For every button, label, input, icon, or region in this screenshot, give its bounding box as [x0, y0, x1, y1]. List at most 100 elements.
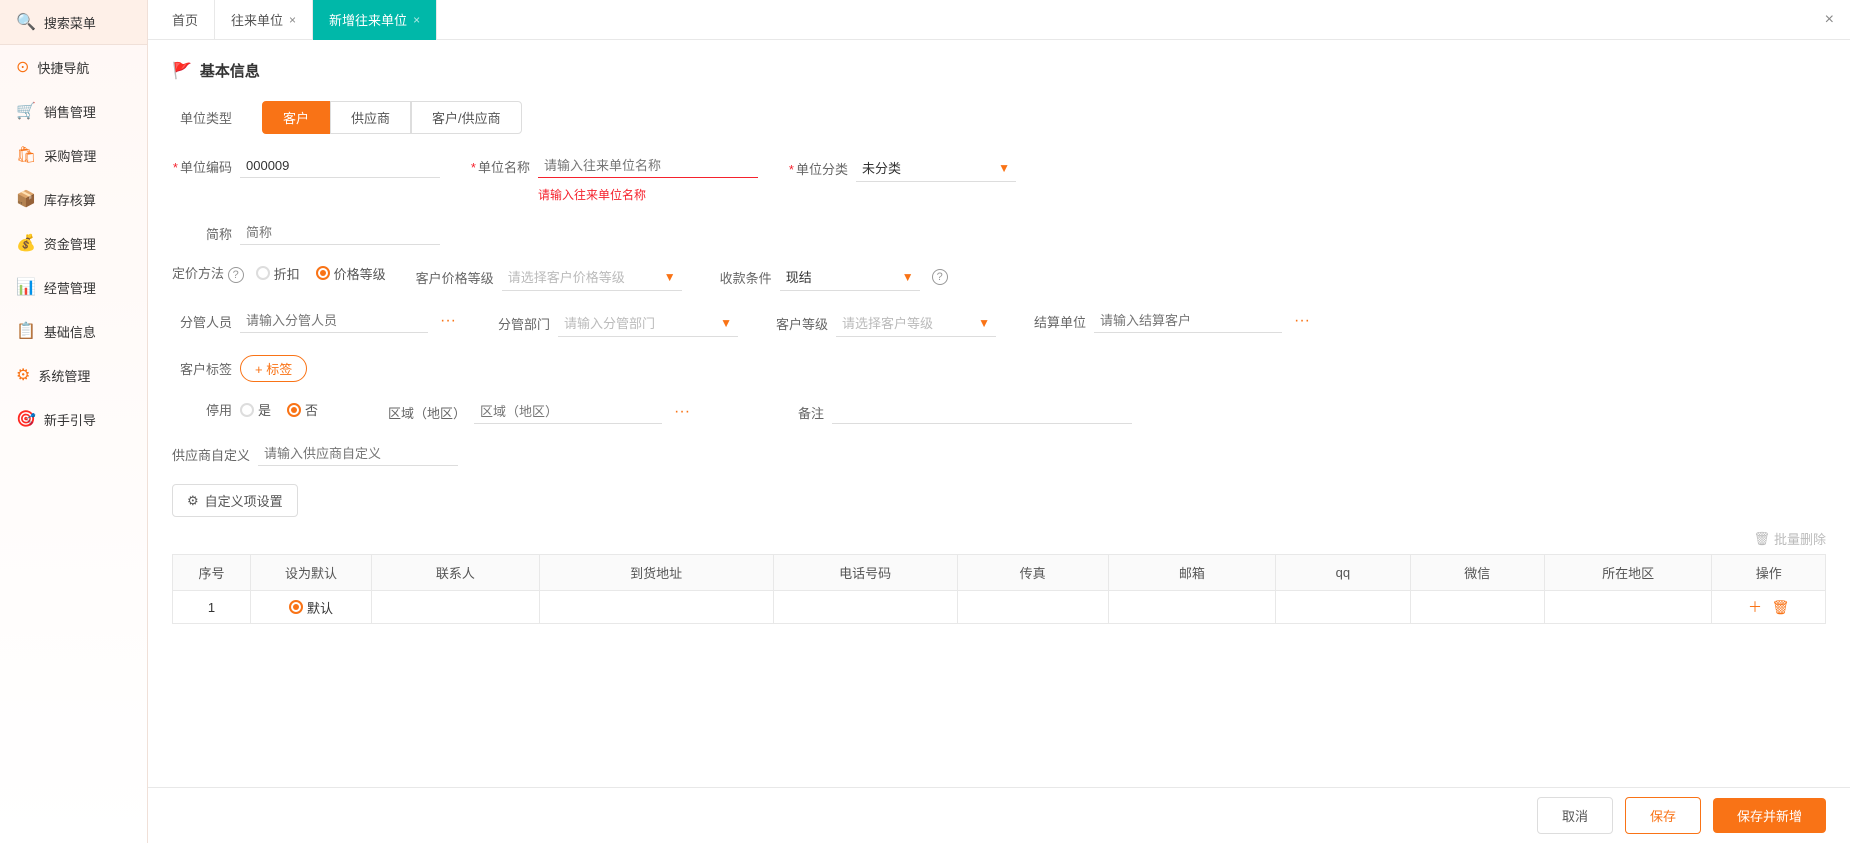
save-button[interactable]: 保存 — [1625, 797, 1701, 834]
payment-terms-value: 现结 — [786, 267, 902, 286]
batch-delete-area: 🗑 批量删除 — [172, 529, 1826, 548]
tab-new-counterparty[interactable]: 新增往来单位 × — [313, 0, 437, 40]
cell-email[interactable] — [1108, 591, 1276, 624]
sidebar-item-label: 快捷导航 — [37, 58, 89, 77]
add-tag-button[interactable]: + 标签 — [240, 355, 307, 382]
field-remark: 备注 — [764, 400, 1132, 424]
batch-delete-label[interactable]: 批量删除 — [1774, 529, 1826, 548]
cell-region[interactable] — [1544, 591, 1712, 624]
field-code: *单位编码 — [172, 154, 440, 178]
search-icon: 🔍 — [16, 12, 36, 32]
cell-address[interactable] — [539, 591, 773, 624]
custom-settings-label: 自定义项设置 — [205, 491, 283, 510]
system-icon: ⚙ — [16, 365, 30, 385]
cell-wechat[interactable] — [1410, 591, 1544, 624]
sidebar-item-label: 库存核算 — [44, 190, 96, 209]
pricing-help-icon[interactable]: ? — [228, 267, 244, 283]
manager-more-icon[interactable]: ··· — [436, 312, 460, 330]
contacts-table: 序号 设为默认 联系人 到货地址 电话号码 传真 邮箱 qq 微信 所在地区 操… — [172, 554, 1826, 624]
field-customer-level: 客户等级 请选择客户等级 ▼ — [768, 309, 996, 337]
shortname-input[interactable] — [240, 221, 440, 245]
field-region: 区域（地区） ··· — [388, 400, 694, 424]
row-delete-icon[interactable]: 🗑 — [1769, 599, 1793, 615]
unit-type-customer[interactable]: 客户 — [262, 101, 330, 134]
field-manager: 分管人员 ··· — [172, 309, 460, 333]
col-wechat: 微信 — [1410, 555, 1544, 591]
supplier-custom-input[interactable] — [258, 442, 458, 466]
category-value: 未分类 — [862, 158, 998, 177]
department-placeholder: 请输入分管部门 — [564, 313, 720, 332]
department-label: 分管部门 — [490, 314, 550, 333]
customer-price-placeholder: 请选择客户价格等级 — [508, 267, 664, 286]
radio-yes-circle — [240, 403, 254, 417]
customer-level-placeholder: 请选择客户等级 — [842, 313, 978, 332]
name-error-tip: 请输入往来单位名称 — [538, 188, 646, 202]
sidebar-item-ops[interactable]: 📊 经营管理 — [0, 265, 147, 309]
field-customer-price-level: 客户价格等级 请选择客户价格等级 ▼ — [416, 263, 682, 291]
disabled-radio-no[interactable]: 否 — [287, 400, 318, 419]
col-email: 邮箱 — [1108, 555, 1276, 591]
unit-type-supplier[interactable]: 供应商 — [330, 101, 411, 134]
bottom-action-bar: 取消 保存 保存并新增 — [148, 787, 1850, 843]
col-action: 操作 — [1712, 555, 1826, 591]
cancel-button[interactable]: 取消 — [1537, 797, 1613, 834]
settlement-label: 结算单位 — [1026, 312, 1086, 331]
region-input[interactable] — [474, 400, 662, 424]
field-supplier-custom: 供应商自定义 — [172, 442, 458, 466]
code-input[interactable] — [240, 154, 440, 178]
payment-terms-help-icon[interactable]: ? — [932, 269, 948, 285]
unit-type-label: 单位类型 — [172, 108, 232, 127]
home-icon: ⊙ — [16, 57, 29, 77]
window-close-button[interactable]: × — [1817, 11, 1842, 29]
cell-fax[interactable] — [957, 591, 1108, 624]
cell-phone[interactable] — [773, 591, 957, 624]
cell-qq[interactable] — [1276, 591, 1410, 624]
department-select[interactable]: 请输入分管部门 ▼ — [558, 309, 738, 337]
supplier-custom-label: 供应商自定义 — [172, 445, 250, 464]
cell-contact[interactable] — [372, 591, 540, 624]
sidebar-item-basic[interactable]: 📋 基础信息 — [0, 309, 147, 353]
pricing-radio-discount[interactable]: 折扣 — [256, 264, 300, 283]
tab-new-counterparty-label: 新增往来单位 — [329, 10, 407, 29]
chevron-down-icon: ▼ — [998, 161, 1010, 175]
sidebar-item-system[interactable]: ⚙ 系统管理 — [0, 353, 147, 397]
sidebar-item-label: 基础信息 — [44, 322, 96, 341]
remark-input[interactable] — [832, 400, 1132, 424]
customer-level-select[interactable]: 请选择客户等级 ▼ — [836, 309, 996, 337]
payment-terms-select[interactable]: 现结 ▼ — [780, 263, 920, 291]
settlement-input[interactable] — [1094, 309, 1282, 333]
tab-counterparty[interactable]: 往来单位 × — [215, 0, 313, 40]
sidebar-item-quick-nav[interactable]: ⊙ 快捷导航 — [0, 45, 147, 89]
save-new-button[interactable]: 保存并新增 — [1713, 798, 1826, 833]
sidebar-item-label: 经营管理 — [44, 278, 96, 297]
trash-icon: 🗑 — [1753, 531, 1770, 547]
settlement-more-icon[interactable]: ··· — [1290, 312, 1314, 330]
sidebar-item-finance[interactable]: 💰 资金管理 — [0, 221, 147, 265]
field-settlement-unit: 结算单位 ··· — [1026, 309, 1314, 333]
region-more-icon[interactable]: ··· — [670, 403, 694, 421]
gear-icon: ⚙ — [187, 493, 199, 509]
ops-icon: 📊 — [16, 277, 36, 297]
unit-type-both[interactable]: 客户/供应商 — [411, 101, 522, 134]
manager-input[interactable] — [240, 309, 428, 333]
sidebar-item-inventory[interactable]: 📦 库存核算 — [0, 177, 147, 221]
row-add-icon[interactable]: ＋ — [1745, 599, 1765, 615]
sidebar: 🔍 搜索菜单 ⊙ 快捷导航 🛒 销售管理 🛍 采购管理 📦 库存核算 💰 资金管… — [0, 0, 148, 843]
table-row: 1 默认 — [173, 591, 1826, 624]
sidebar-item-purchase[interactable]: 🛍 采购管理 — [0, 133, 147, 177]
tab-new-counterparty-close[interactable]: × — [413, 13, 420, 27]
category-select[interactable]: 未分类 ▼ — [856, 154, 1016, 182]
chevron-down-icon-2: ▼ — [664, 270, 676, 284]
name-input[interactable] — [538, 154, 758, 178]
col-phone: 电话号码 — [773, 555, 957, 591]
tab-home[interactable]: 首页 — [156, 0, 215, 40]
sidebar-item-guide[interactable]: 🎯 新手引导 — [0, 397, 147, 441]
pricing-radio-pricelevel[interactable]: 价格等级 — [316, 264, 386, 283]
custom-settings-button[interactable]: ⚙ 自定义项设置 — [172, 484, 298, 517]
category-label: *单位分类 — [788, 159, 848, 178]
disabled-radio-yes[interactable]: 是 — [240, 400, 271, 419]
sidebar-item-search[interactable]: 🔍 搜索菜单 — [0, 0, 147, 45]
tab-counterparty-close[interactable]: × — [289, 13, 296, 27]
customer-price-select[interactable]: 请选择客户价格等级 ▼ — [502, 263, 682, 291]
sidebar-item-sales[interactable]: 🛒 销售管理 — [0, 89, 147, 133]
